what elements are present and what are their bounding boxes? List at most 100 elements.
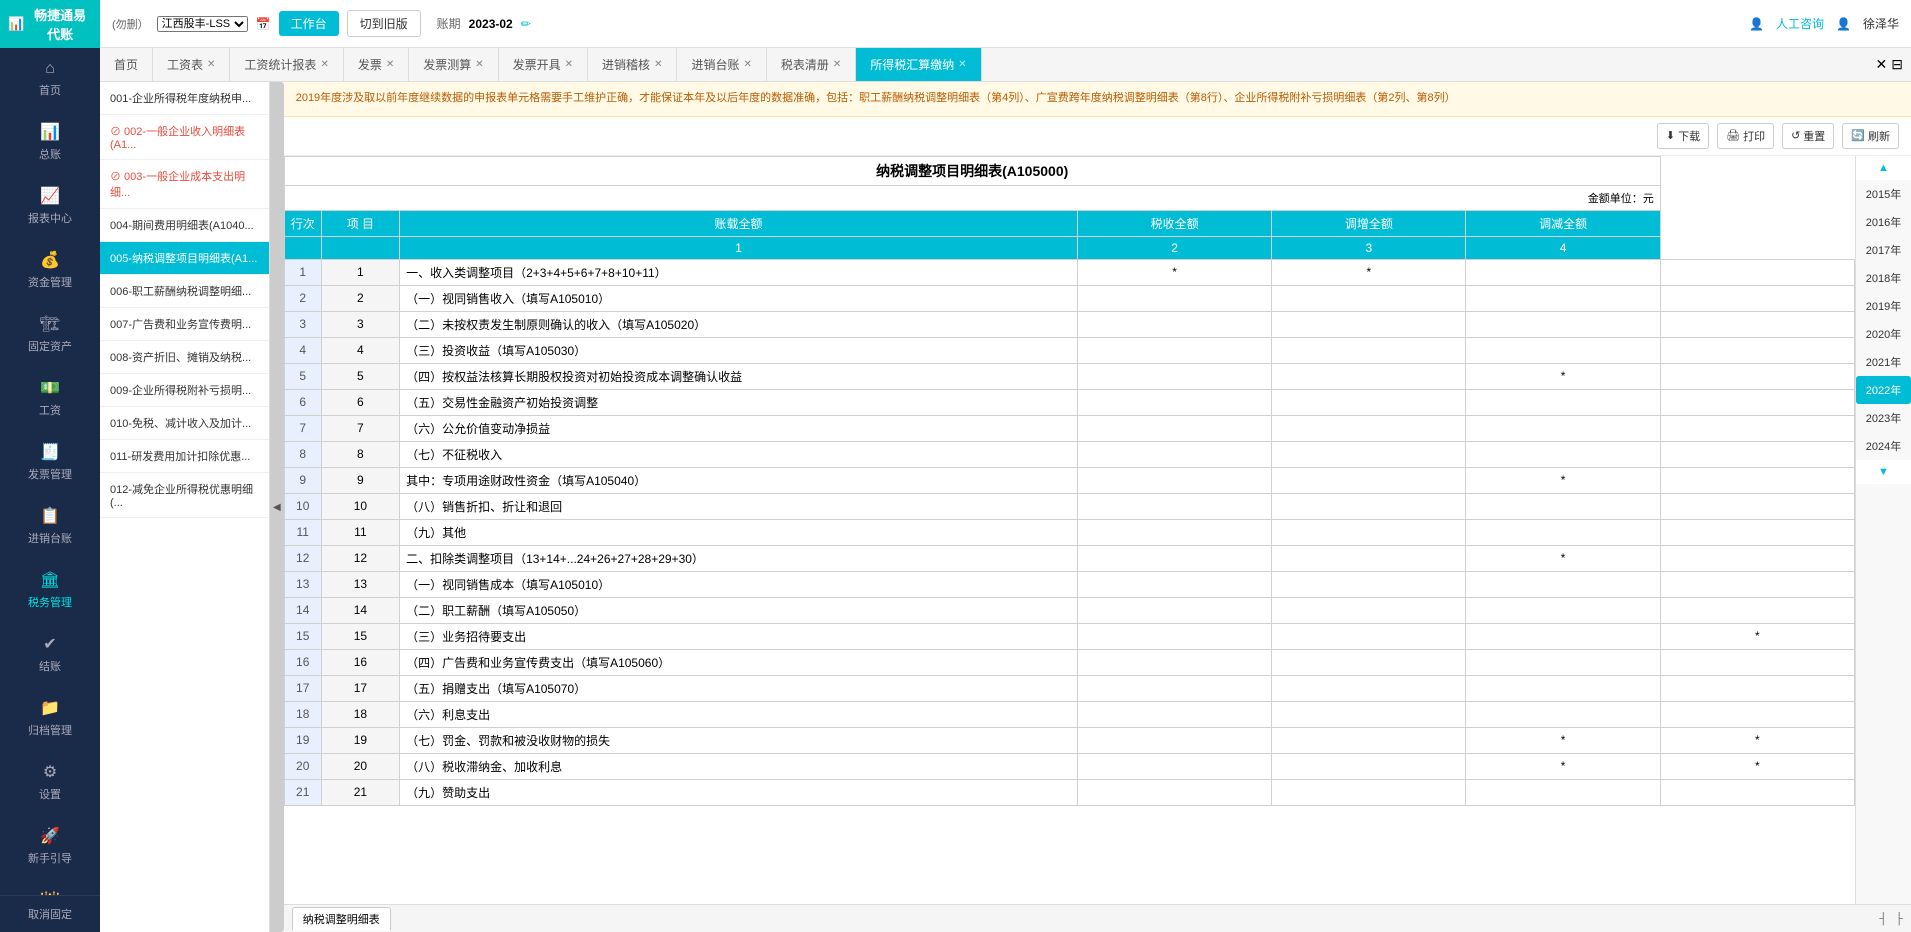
row-value-2[interactable] <box>1272 597 1466 623</box>
company-select[interactable]: 江西股丰-LSS <box>157 16 248 32</box>
row-value-1[interactable] <box>1078 415 1272 441</box>
row-value-3[interactable] <box>1466 701 1660 727</box>
row-value-4[interactable]: * <box>1660 623 1854 649</box>
row-value-2[interactable] <box>1272 779 1466 805</box>
row-value-3[interactable]: * <box>1466 467 1660 493</box>
tab-工资表[interactable]: 工资表✕ <box>153 48 230 81</box>
row-value-2[interactable] <box>1272 623 1466 649</box>
tab-close-icon[interactable]: ✕ <box>654 59 662 70</box>
tab-进销台账[interactable]: 进销台账✕ <box>677 48 766 81</box>
row-value-1[interactable] <box>1078 675 1272 701</box>
row-value-1[interactable] <box>1078 727 1272 753</box>
row-value-4[interactable] <box>1660 337 1854 363</box>
left-panel-item[interactable]: 005-纳税调整项目明细表(A1... <box>100 242 269 275</box>
sidebar-item-设置[interactable]: ⚙设置 <box>0 750 100 814</box>
tab-close-icon[interactable]: ✕ <box>386 59 394 70</box>
left-panel-item[interactable]: 012-减免企业所得税优惠明细(... <box>100 473 269 518</box>
left-panel-item[interactable]: ⊘ 002-一般企业收入明细表(A1... <box>100 115 269 160</box>
row-value-3[interactable] <box>1466 649 1660 675</box>
year-item[interactable]: 2019年 <box>1856 292 1911 320</box>
row-value-1[interactable] <box>1078 519 1272 545</box>
year-item[interactable]: 2015年 <box>1856 180 1911 208</box>
sidebar-item-畅会员[interactable]: 👑畅会员 <box>0 878 100 895</box>
row-value-4[interactable] <box>1660 493 1854 519</box>
minimize-icon[interactable]: ⊟ <box>1891 56 1903 73</box>
reset-button[interactable]: ↺ 重置 <box>1782 123 1834 149</box>
row-value-3[interactable] <box>1466 571 1660 597</box>
row-value-3[interactable] <box>1466 519 1660 545</box>
row-value-4[interactable] <box>1660 571 1854 597</box>
left-panel-item[interactable]: 007-广告费和业务宣传费明... <box>100 308 269 341</box>
row-value-2[interactable] <box>1272 337 1466 363</box>
row-value-4[interactable]: * <box>1660 727 1854 753</box>
row-value-1[interactable] <box>1078 311 1272 337</box>
tab-close-icon[interactable]: ✕ <box>565 59 573 70</box>
row-value-2[interactable] <box>1272 675 1466 701</box>
sidebar-item-工资[interactable]: 💵工资 <box>0 366 100 430</box>
row-value-2[interactable] <box>1272 649 1466 675</box>
left-panel-item[interactable]: 009-企业所得税附补亏损明... <box>100 374 269 407</box>
row-value-2[interactable] <box>1272 727 1466 753</box>
year-item[interactable]: 2022年 <box>1856 376 1911 404</box>
tab-进销稽核[interactable]: 进销稽核✕ <box>588 48 677 81</box>
row-value-2[interactable]: * <box>1272 259 1466 285</box>
sidebar-item-进销台账[interactable]: 📋进销台账 <box>0 494 100 558</box>
row-value-4[interactable] <box>1660 415 1854 441</box>
row-value-4[interactable]: * <box>1660 753 1854 779</box>
row-value-1[interactable] <box>1078 363 1272 389</box>
tab-发票[interactable]: 发票✕ <box>344 48 409 81</box>
year-item[interactable]: 2023年 <box>1856 404 1911 432</box>
row-value-4[interactable] <box>1660 597 1854 623</box>
row-value-2[interactable] <box>1272 753 1466 779</box>
row-value-1[interactable] <box>1078 389 1272 415</box>
tab-close-icon[interactable]: ✕ <box>207 59 215 70</box>
download-button[interactable]: ⬇ 下载 <box>1657 123 1709 149</box>
left-panel-item[interactable]: 006-职工薪酬纳税调整明细... <box>100 275 269 308</box>
row-value-3[interactable] <box>1466 597 1660 623</box>
row-value-3[interactable] <box>1466 415 1660 441</box>
tab-close-icon[interactable]: ✕ <box>958 59 966 70</box>
row-value-4[interactable] <box>1660 363 1854 389</box>
row-value-4[interactable] <box>1660 389 1854 415</box>
row-value-3[interactable] <box>1466 285 1660 311</box>
sidebar-footer[interactable]: 取消固定 <box>0 895 100 932</box>
row-value-3[interactable] <box>1466 389 1660 415</box>
refresh-button[interactable]: 🔄 刷新 <box>1842 123 1899 149</box>
year-item[interactable]: 2020年 <box>1856 320 1911 348</box>
sidebar-item-归档管理[interactable]: 📁归档管理 <box>0 686 100 750</box>
row-value-1[interactable] <box>1078 545 1272 571</box>
old-version-button[interactable]: 切到旧版 <box>347 10 421 37</box>
spreadsheet-container[interactable]: 纳税调整项目明细表(A105000)金额单位：元行次项 目账载全额税收全额调增全… <box>284 156 1855 904</box>
row-value-3[interactable]: * <box>1466 545 1660 571</box>
row-value-2[interactable] <box>1272 311 1466 337</box>
row-value-2[interactable] <box>1272 389 1466 415</box>
year-item[interactable]: 2017年 <box>1856 236 1911 264</box>
row-value-2[interactable] <box>1272 545 1466 571</box>
sidebar-item-结账[interactable]: ✔结账 <box>0 622 100 686</box>
year-item[interactable]: 2021年 <box>1856 348 1911 376</box>
row-value-1[interactable] <box>1078 597 1272 623</box>
row-value-1[interactable] <box>1078 493 1272 519</box>
tab-所得税汇算缴纳[interactable]: 所得税汇算缴纳✕ <box>856 48 981 81</box>
year-item[interactable]: 2024年 <box>1856 432 1911 460</box>
period-edit-icon[interactable]: ✏ <box>521 17 531 31</box>
row-value-4[interactable] <box>1660 545 1854 571</box>
tab-工资统计报表[interactable]: 工资统计报表✕ <box>230 48 343 81</box>
service-button[interactable]: 人工咨询 <box>1776 15 1824 32</box>
row-value-2[interactable] <box>1272 363 1466 389</box>
row-value-3[interactable] <box>1466 675 1660 701</box>
sidebar-item-资金管理[interactable]: 💰资金管理 <box>0 238 100 302</box>
tab-税表清册[interactable]: 税表清册✕ <box>767 48 856 81</box>
row-value-4[interactable] <box>1660 675 1854 701</box>
row-value-4[interactable] <box>1660 285 1854 311</box>
row-value-4[interactable] <box>1660 649 1854 675</box>
left-panel-item[interactable]: 010-免税、减计收入及加计... <box>100 407 269 440</box>
row-value-4[interactable] <box>1660 259 1854 285</box>
toggle-panel-button[interactable]: ◀ <box>270 82 284 932</box>
sidebar-item-发票管理[interactable]: 🧾发票管理 <box>0 430 100 494</box>
sidebar-item-首页[interactable]: ⌂首页 <box>0 48 100 110</box>
bottom-tab[interactable]: 纳税调整明细表 <box>292 907 391 931</box>
row-value-3[interactable] <box>1466 337 1660 363</box>
row-value-2[interactable] <box>1272 441 1466 467</box>
sidebar-item-报表中心[interactable]: 📈报表中心 <box>0 174 100 238</box>
